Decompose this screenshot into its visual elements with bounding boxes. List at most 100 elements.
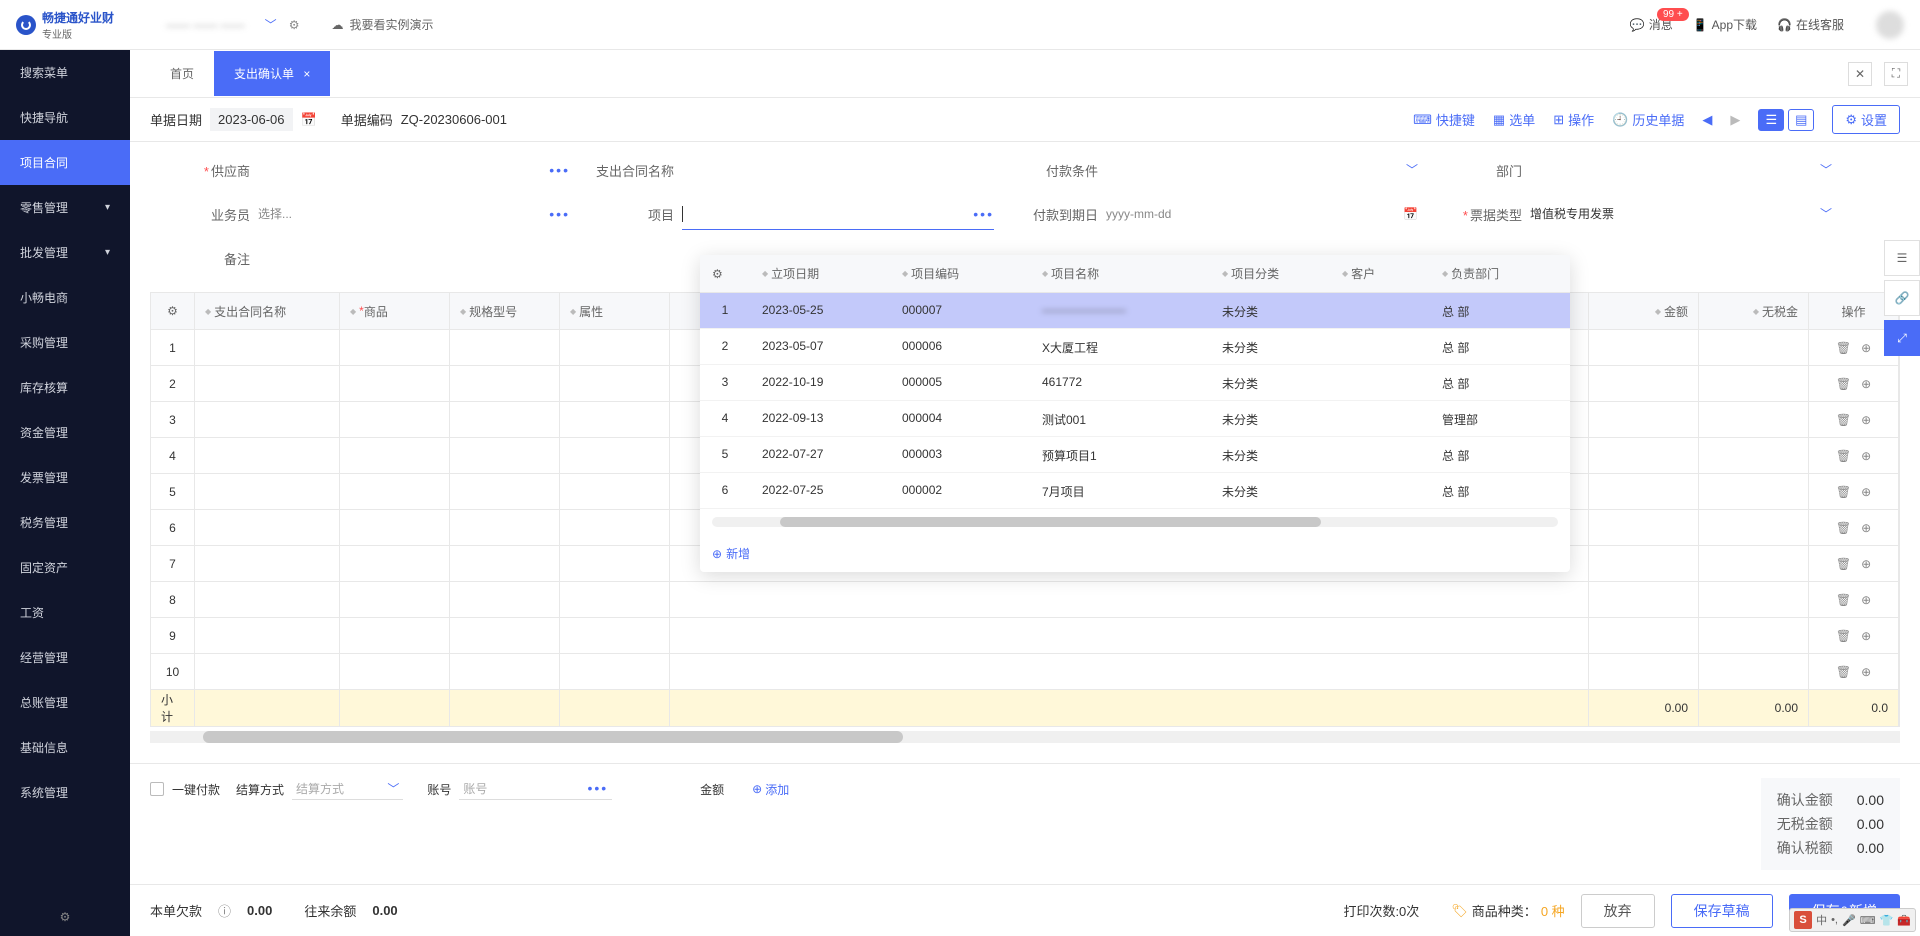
next-icon[interactable]: ▶: [1730, 112, 1740, 128]
calendar-icon[interactable]: 📅: [301, 112, 317, 128]
messages-button[interactable]: 💬 消息 99 +: [1630, 16, 1673, 33]
project-input[interactable]: •••: [682, 198, 994, 230]
invoice-type-input[interactable]: 增值税专用发票﹀: [1530, 198, 1832, 230]
more-icon[interactable]: •••: [549, 206, 570, 222]
dropdown-config-icon[interactable]: ⚙: [700, 255, 750, 292]
rail-expand-icon[interactable]: ⤢: [1884, 320, 1920, 356]
ime-keyboard-icon[interactable]: ⌨: [1860, 914, 1876, 927]
org-selector[interactable]: —— —— ——: [166, 18, 245, 32]
sidebar-item[interactable]: 快捷导航: [0, 95, 130, 140]
choose-doc-link[interactable]: ▦选单: [1493, 110, 1535, 129]
table-row[interactable]: 10🗑⊕: [151, 654, 1899, 690]
sidebar-item[interactable]: 系统管理: [0, 770, 130, 815]
sidebar-item[interactable]: 小畅电商: [0, 275, 130, 320]
sidebar-item[interactable]: 批发管理▾: [0, 230, 130, 275]
history-link[interactable]: 🕘历史单据: [1612, 110, 1684, 129]
sidebar-item[interactable]: 库存核算: [0, 365, 130, 410]
more-icon[interactable]: •••: [587, 780, 608, 796]
table-row[interactable]: 8🗑⊕: [151, 582, 1899, 618]
ime-punct-icon[interactable]: •,: [1831, 914, 1838, 926]
sidebar-item[interactable]: 零售管理▾: [0, 185, 130, 230]
discard-button[interactable]: 放弃: [1581, 894, 1655, 928]
sidebar-item[interactable]: 总账管理: [0, 680, 130, 725]
view-list-button[interactable]: ☰: [1758, 109, 1784, 131]
column-config-button[interactable]: ⚙: [151, 293, 195, 329]
copy-icon[interactable]: ⊕: [1861, 593, 1871, 607]
delete-icon[interactable]: 🗑: [1836, 377, 1851, 391]
dropdown-row[interactable]: 32022-10-19000005461772未分类总 部: [700, 365, 1570, 401]
delete-icon[interactable]: 🗑: [1836, 629, 1851, 643]
app-download-button[interactable]: 📱 App下载: [1693, 16, 1757, 33]
add-link[interactable]: ⊕添加: [752, 781, 789, 798]
copy-icon[interactable]: ⊕: [1861, 341, 1871, 355]
delete-icon[interactable]: 🗑: [1836, 413, 1851, 427]
pay-method-select[interactable]: 结算方式 ﹀: [292, 778, 403, 800]
view-card-button[interactable]: ▤: [1788, 109, 1814, 131]
contract-name-input[interactable]: [682, 154, 994, 186]
copy-icon[interactable]: ⊕: [1861, 629, 1871, 643]
dropdown-row[interactable]: 22023-05-07000006X大厦工程未分类总 部: [700, 329, 1570, 365]
avatar[interactable]: [1876, 11, 1904, 39]
dropdown-scrollbar[interactable]: [712, 517, 1558, 527]
one-click-pay-checkbox[interactable]: [150, 782, 164, 796]
calendar-icon[interactable]: 📅: [1403, 207, 1418, 221]
more-icon[interactable]: •••: [549, 162, 570, 178]
horizontal-scrollbar[interactable]: [150, 731, 1900, 743]
copy-icon[interactable]: ⊕: [1861, 413, 1871, 427]
delete-icon[interactable]: 🗑: [1836, 449, 1851, 463]
delete-icon[interactable]: 🗑: [1836, 557, 1851, 571]
sidebar-item[interactable]: 经营管理: [0, 635, 130, 680]
shortcut-link[interactable]: ⌨快捷键: [1413, 110, 1475, 129]
delete-icon[interactable]: 🗑: [1836, 341, 1851, 355]
supplier-input[interactable]: •••: [258, 154, 570, 186]
dropdown-row[interactable]: 12023-05-25000007———————未分类总 部: [700, 293, 1570, 329]
pay-term-input[interactable]: ﹀: [1106, 154, 1418, 186]
ime-mic-icon[interactable]: 🎤: [1842, 914, 1856, 927]
copy-icon[interactable]: ⊕: [1861, 557, 1871, 571]
copy-icon[interactable]: ⊕: [1861, 665, 1871, 679]
delete-icon[interactable]: 🗑: [1836, 521, 1851, 535]
sidebar-item[interactable]: 采购管理: [0, 320, 130, 365]
info-icon[interactable]: ⓘ: [218, 901, 231, 920]
gear-icon[interactable]: ⚙: [289, 18, 300, 32]
ime-skin-icon[interactable]: 👕: [1880, 914, 1894, 927]
tab-close-all-button[interactable]: ✕: [1848, 62, 1872, 86]
copy-icon[interactable]: ⊕: [1861, 449, 1871, 463]
sidebar-item[interactable]: 资金管理: [0, 410, 130, 455]
sidebar-item[interactable]: 工资: [0, 590, 130, 635]
sidebar-item[interactable]: 发票管理: [0, 455, 130, 500]
sidebar-item[interactable]: 搜索菜单: [0, 50, 130, 95]
copy-icon[interactable]: ⊕: [1861, 521, 1871, 535]
table-row[interactable]: 9🗑⊕: [151, 618, 1899, 654]
rail-attach-icon[interactable]: 🔗: [1884, 280, 1920, 316]
save-draft-button[interactable]: 保存草稿: [1671, 894, 1773, 928]
sidebar-item[interactable]: 项目合同: [0, 140, 130, 185]
due-date-input[interactable]: yyyy-mm-dd📅: [1106, 198, 1418, 230]
rail-list-icon[interactable]: ☰: [1884, 240, 1920, 276]
dropdown-row[interactable]: 52022-07-27000003预算项目1未分类总 部: [700, 437, 1570, 473]
copy-icon[interactable]: ⊕: [1861, 485, 1871, 499]
doc-date-value[interactable]: 2023-06-06: [210, 108, 293, 131]
tab-home[interactable]: 首页: [150, 51, 214, 96]
tab-expand-button[interactable]: ⛶: [1884, 62, 1908, 86]
ime-toolbox-icon[interactable]: 🧰: [1897, 914, 1911, 927]
settings-button[interactable]: ⚙设置: [1832, 105, 1900, 134]
delete-icon[interactable]: 🗑: [1836, 593, 1851, 607]
delete-icon[interactable]: 🗑: [1836, 665, 1851, 679]
account-input[interactable]: 账号•••: [459, 778, 612, 800]
dropdown-add-new[interactable]: ⊕新增: [700, 535, 1570, 572]
ime-lang[interactable]: 中: [1816, 912, 1827, 928]
sidebar-item[interactable]: 税务管理: [0, 500, 130, 545]
operate-link[interactable]: ⊞操作: [1553, 110, 1594, 129]
sidebar-settings-icon[interactable]: ⚙: [0, 898, 130, 936]
dropdown-row[interactable]: 42022-09-13000004测试001未分类管理部: [700, 401, 1570, 437]
support-button[interactable]: 🎧 在线客服: [1777, 16, 1844, 33]
prev-icon[interactable]: ◀: [1702, 112, 1712, 128]
more-icon[interactable]: •••: [973, 206, 994, 222]
delete-icon[interactable]: 🗑: [1836, 485, 1851, 499]
sidebar-item[interactable]: 固定资产: [0, 545, 130, 590]
demo-link[interactable]: ☁ 我要看实例演示: [331, 16, 433, 33]
ime-toolbar[interactable]: S 中 •, 🎤 ⌨ 👕 🧰: [1789, 908, 1916, 932]
sidebar-item[interactable]: 基础信息: [0, 725, 130, 770]
chevron-down-icon[interactable]: ﹀: [265, 16, 277, 33]
